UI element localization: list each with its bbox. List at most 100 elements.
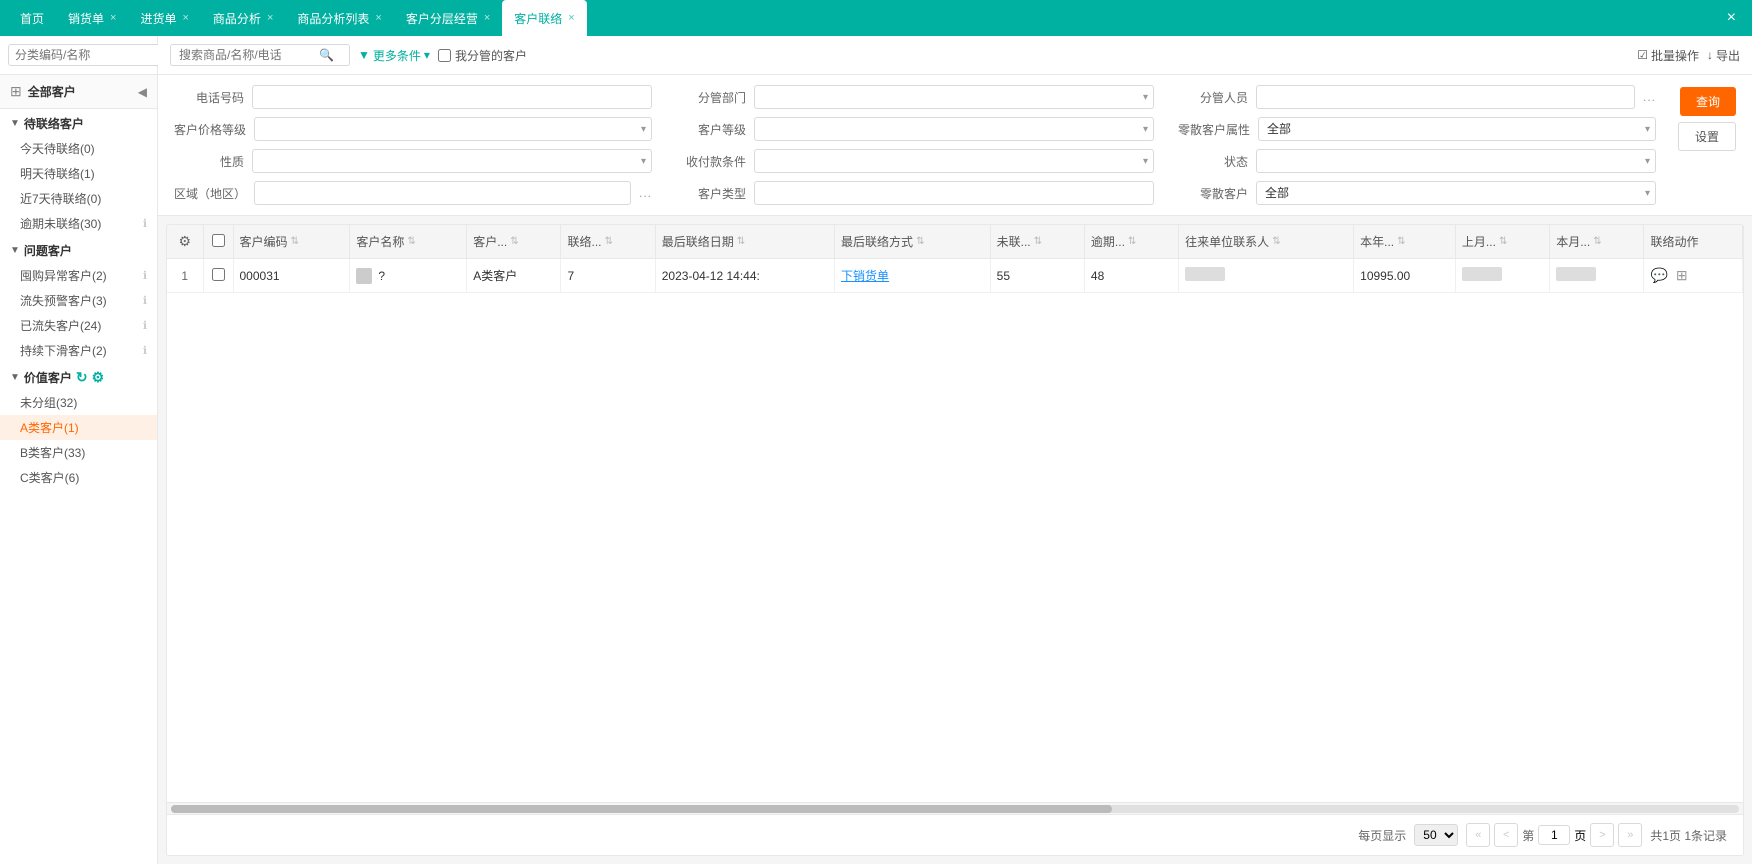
close-all-button[interactable]: × (1719, 9, 1744, 27)
col-name-header[interactable]: 客户名称 ⇅ (350, 225, 467, 259)
nav-analysis-list-close[interactable]: × (375, 12, 381, 24)
batch-op-icon: ☑ (1637, 48, 1648, 62)
next-page-button[interactable]: > (1590, 823, 1614, 847)
col-current-year-header[interactable]: 本年... ⇅ (1354, 225, 1456, 259)
sidebar-item-7days[interactable]: 近7天待联络(0) (0, 186, 157, 211)
sidebar-item-b-class[interactable]: B类客户(33) (0, 440, 157, 465)
sidebar-item-a-class[interactable]: A类客户(1) (0, 415, 157, 440)
nav-sales-close[interactable]: × (110, 12, 116, 24)
sidebar-item-churned[interactable]: 已流失客户(24) ℹ (0, 313, 157, 338)
nav-purchase-close[interactable]: × (182, 12, 188, 24)
region-input[interactable] (254, 181, 631, 205)
nav-analysis-close[interactable]: × (267, 12, 273, 24)
my-customers-check[interactable] (438, 49, 451, 62)
sidebar-collapse-button[interactable]: ◀ (138, 85, 147, 99)
status-select-wrapper: ▾ (1256, 149, 1656, 173)
col-overdue-header[interactable]: 逾期... ⇅ (1084, 225, 1178, 259)
filter-cell-manager: 分管人员 ... (1178, 85, 1656, 109)
page-number-input[interactable] (1538, 825, 1570, 845)
col-settings: ⚙ (167, 225, 203, 259)
col-contact-header[interactable]: 联络... ⇅ (561, 225, 655, 259)
sidebar-grid-icon: ⊞ (10, 83, 22, 100)
nature-select[interactable] (252, 149, 652, 173)
search-input[interactable] (179, 48, 319, 62)
col-last-month-header[interactable]: 上月... ⇅ (1455, 225, 1549, 259)
more-conditions-button[interactable]: ▼ 更多条件 ▾ (358, 47, 430, 64)
last-method-link[interactable]: 下销货单 (841, 269, 889, 283)
price-level-select[interactable] (254, 117, 652, 141)
nav-customer-contact[interactable]: 客户联络 × (502, 0, 586, 36)
dept-select[interactable] (754, 85, 1154, 109)
col-last-method-header[interactable]: 最后联络方式 ⇅ (835, 225, 991, 259)
retail-attr-select[interactable]: 全部 (1258, 117, 1656, 141)
nav-sales[interactable]: 销货单 × (56, 0, 128, 36)
sidebar-search-input[interactable] (8, 44, 177, 66)
retail-customer-select[interactable]: 全部 (1256, 181, 1656, 205)
sidebar-item-declining[interactable]: 持续下滑客户(2) ℹ (0, 338, 157, 363)
manager-input[interactable] (1256, 85, 1635, 109)
nav-analysis[interactable]: 商品分析 × (201, 0, 285, 36)
sidebar-item-ungroup[interactable]: 未分组(32) (0, 390, 157, 415)
row-last-date: 2023-04-12 14:44: (655, 259, 834, 293)
nav-home[interactable]: 首页 (8, 0, 56, 36)
filter-rows-container: 电话号码 分管部门 ▾ 分管人员 (174, 85, 1656, 205)
col-company-contact-header[interactable]: 往来单位联系人 ⇅ (1179, 225, 1354, 259)
sidebar-item-today[interactable]: 今天待联络(0) (0, 136, 157, 161)
col-checkbox (203, 225, 233, 259)
row-code: 000031 (233, 259, 350, 293)
sidebar-value-refresh-icon[interactable]: ↻ (76, 369, 88, 386)
col-type-header[interactable]: 客户... ⇅ (467, 225, 561, 259)
nav-customer-mgmt-close[interactable]: × (484, 12, 490, 24)
sidebar-section-pending: ▼ 待联络客户 (0, 109, 157, 136)
phone-input[interactable] (252, 85, 652, 109)
query-button[interactable]: 查询 (1680, 87, 1736, 116)
manager-more-icon[interactable]: ... (1643, 90, 1656, 104)
my-customers-checkbox[interactable]: 我分管的客户 (438, 47, 527, 64)
sidebar-item-hoarding[interactable]: 囤购异常客户(2) ℹ (0, 263, 157, 288)
row-name: ? (350, 259, 467, 293)
last-page-button[interactable]: » (1618, 823, 1642, 847)
filter-cell-customer-level: 客户等级 ▾ (676, 117, 1154, 141)
row-type: A类客户 (467, 259, 561, 293)
chat-action-icon[interactable]: 💬 (1650, 267, 1667, 284)
sidebar-churned-info-icon: ℹ (143, 319, 147, 332)
col-this-month-header[interactable]: 本月... ⇅ (1550, 225, 1644, 259)
search-icon[interactable]: 🔍 (319, 48, 334, 62)
this-month-placeholder (1556, 267, 1596, 281)
first-page-button[interactable]: « (1466, 823, 1490, 847)
table-gear-icon[interactable]: ⚙ (178, 233, 191, 249)
nav-customer-mgmt[interactable]: 客户分层经营 × (394, 0, 502, 36)
col-last-date-header[interactable]: 最后联络日期 ⇅ (655, 225, 834, 259)
prev-page-button[interactable]: < (1494, 823, 1518, 847)
customer-level-select[interactable] (754, 117, 1154, 141)
grid-action-icon[interactable]: ⊞ (1676, 267, 1688, 284)
row-checkbox[interactable] (212, 268, 225, 281)
sidebar: 🔍 ⊞ 全部客户 ◀ ▼ 待联络客户 今天待联络(0) 明天待联络(1) 近7天… (0, 36, 158, 864)
nav-purchase[interactable]: 进货单 × (128, 0, 200, 36)
customer-type-input[interactable] (754, 181, 1154, 205)
export-button[interactable]: ↓ 导出 (1707, 47, 1740, 64)
sidebar-value-settings-icon[interactable]: ⚙ (92, 369, 105, 386)
sidebar-header: ⊞ 全部客户 ◀ (0, 75, 157, 109)
filter-rows-with-btn: 电话号码 分管部门 ▾ 分管人员 (174, 85, 1736, 205)
payment-select[interactable] (754, 149, 1154, 173)
status-select[interactable] (1256, 149, 1656, 173)
sidebar-item-tomorrow[interactable]: 明天待联络(1) (0, 161, 157, 186)
table-scrollbar[interactable] (167, 802, 1743, 814)
sidebar-item-overdue[interactable]: 逾期未联络(30) ℹ (0, 211, 157, 236)
sidebar-item-c-class[interactable]: C类客户(6) (0, 465, 157, 490)
settings-button[interactable]: 设置 (1678, 122, 1736, 151)
nav-analysis-list[interactable]: 商品分析列表 × (285, 0, 393, 36)
col-no-contact-header[interactable]: 未联... ⇅ (990, 225, 1084, 259)
page-size-select[interactable]: 50 (1414, 824, 1458, 846)
nav-customer-contact-close[interactable]: × (568, 12, 574, 24)
filter-cell-status: 状态 ▾ (1178, 149, 1656, 173)
col-code-header[interactable]: 客户编码 ⇅ (233, 225, 350, 259)
region-more-icon[interactable]: ... (639, 186, 652, 200)
batch-op-button[interactable]: ☑ 批量操作 (1637, 47, 1699, 64)
customer-color-tag (356, 268, 372, 284)
sidebar-item-churn-warning[interactable]: 流失预警客户(3) ℹ (0, 288, 157, 313)
filter-row-1: 电话号码 分管部门 ▾ 分管人员 (174, 85, 1656, 109)
select-all-checkbox[interactable] (212, 234, 225, 247)
customer-level-select-wrapper: ▾ (754, 117, 1154, 141)
